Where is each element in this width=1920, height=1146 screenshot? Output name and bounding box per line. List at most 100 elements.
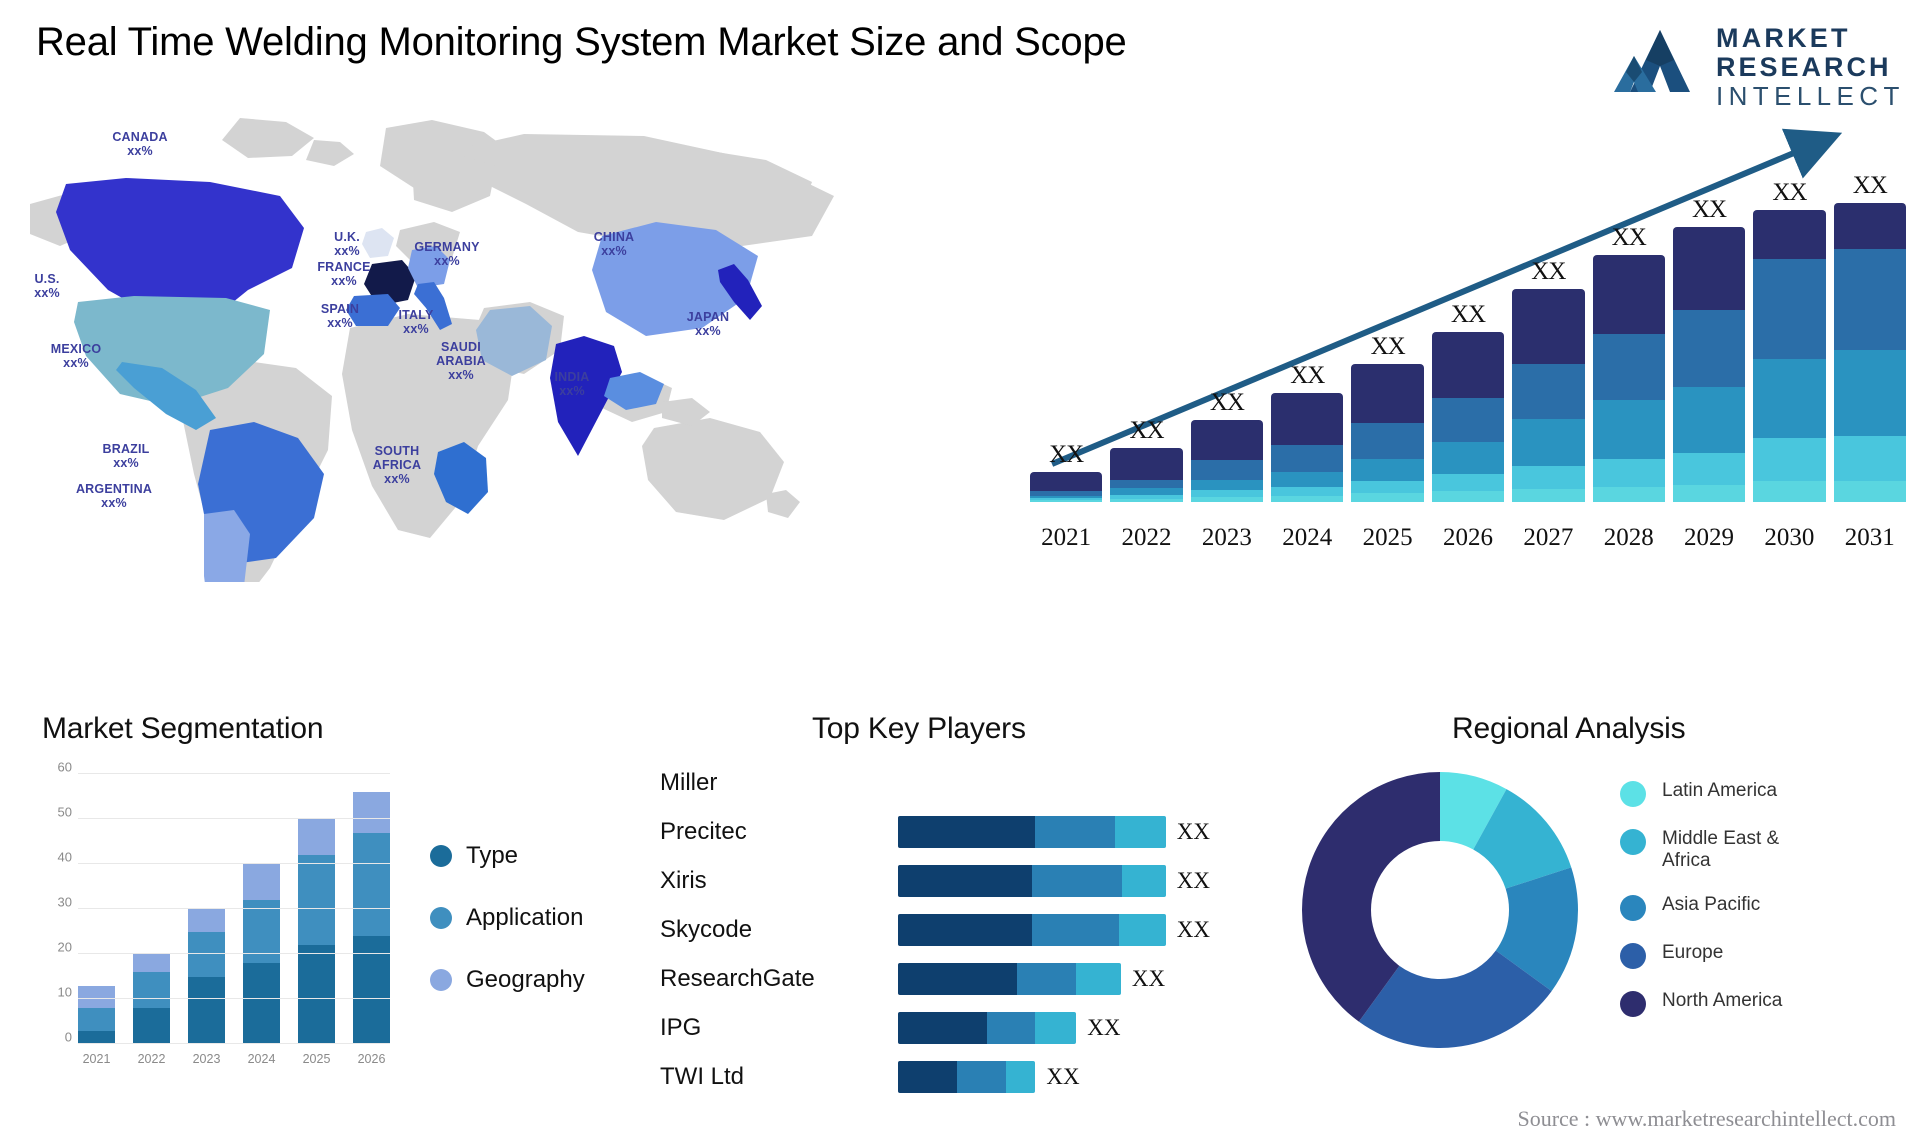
map-label-canada: CANADA xx% <box>112 130 167 158</box>
segmentation-gridline <box>78 1043 390 1044</box>
player-bar <box>898 1011 1077 1044</box>
segmentation-bar-segment <box>188 931 225 977</box>
player-bar <box>898 864 1166 897</box>
segmentation-legend: Type Application Geography <box>430 842 585 1028</box>
map-label-pct: xx% <box>559 384 585 398</box>
player-bar-row: XX <box>898 1003 1210 1052</box>
growth-bar-group: XX <box>1672 172 1746 502</box>
map-label-pct: xx% <box>327 316 353 330</box>
player-name: Xiris <box>660 867 707 894</box>
segmentation-gridline <box>78 818 390 819</box>
segmentation-bar-segment <box>243 864 280 900</box>
growth-bar <box>1190 420 1264 502</box>
growth-year-label: 2021 <box>1041 524 1092 551</box>
map-label-name: FRANCE <box>317 260 371 274</box>
player-name: Miller <box>660 769 718 796</box>
regional-legend-label: North America <box>1662 989 1783 1011</box>
growth-year-label: 2025 <box>1362 524 1413 551</box>
player-bar-segment <box>1031 864 1123 897</box>
regional-legend-item: Middle East & Africa <box>1620 828 1832 873</box>
source-text: Source : www.marketresearchintellect.com <box>1517 1106 1896 1131</box>
growth-bar <box>1351 363 1424 502</box>
market-growth-chart: XX XX XX XX XX XX XX XX XX XX XX 2021 2022 2023 2024 2… <box>1030 120 1906 560</box>
map-label-name: U.K. <box>334 230 360 244</box>
growth-bar-group: XX <box>1431 172 1505 502</box>
segmentation-bar-segment <box>298 945 335 1044</box>
map-label-brazil: BRAZIL xx% <box>102 442 149 470</box>
growth-year-label: 2024 <box>1282 524 1333 551</box>
growth-bar-value-label: XX <box>1450 300 1486 328</box>
regional-analysis-title: Regional Analysis <box>1452 712 1686 745</box>
segmentation-plot: 0 10 20 30 40 50 60 <box>58 760 390 1045</box>
player-bar-row: XX <box>898 954 1210 1003</box>
growth-bars: XX XX XX XX XX XX XX XX XX XX XX <box>1030 172 1906 502</box>
growth-bar-segment <box>1351 459 1424 481</box>
world-map-svg <box>30 118 834 582</box>
regional-legend-label: Asia Pacific <box>1662 893 1761 915</box>
regional-legend-label: Middle East & Africa <box>1662 828 1780 872</box>
player-bar-segment <box>898 962 1017 995</box>
segmentation-bar-segment <box>78 985 115 1008</box>
segmentation-x-labels: 2021 2022 2023 2024 2025 2026 <box>78 1052 390 1066</box>
player-bar-row: XX <box>898 905 1210 954</box>
map-label-u-k: U.K. xx% <box>334 230 360 258</box>
player-name: Skycode <box>660 916 753 943</box>
segmentation-legend-label: Application <box>466 904 584 931</box>
regional-legend-item: Asia Pacific <box>1620 894 1832 921</box>
growth-bar-segment <box>1672 387 1746 454</box>
segmentation-bar-segment <box>243 963 280 1044</box>
growth-bar-segment <box>1431 491 1505 502</box>
map-label-argentina: ARGENTINA xx% <box>76 482 152 510</box>
growth-bar <box>1030 472 1103 502</box>
growth-year-labels: 2021 2022 2023 2024 2025 2026 2027 2028 2029 2030… <box>1030 524 1906 552</box>
growth-bar-segment <box>1190 460 1264 480</box>
segmentation-bar-segment <box>298 819 335 855</box>
map-label-india: INDIA xx% <box>554 370 589 398</box>
growth-bar <box>1672 227 1746 502</box>
map-label-name: CHINA <box>593 230 635 244</box>
legend-dot-icon <box>1620 781 1646 807</box>
segmentation-legend-label: Geography <box>466 966 585 993</box>
growth-bar-segment <box>1512 289 1585 364</box>
segmentation-gridline <box>78 998 390 999</box>
segmentation-bar <box>243 864 280 1044</box>
segmentation-bar <box>188 909 225 1044</box>
map-label-france: FRANCE xx% <box>317 260 370 288</box>
segmentation-x-label: 2026 <box>357 1052 386 1066</box>
map-label-name: JAPAN <box>686 310 730 324</box>
player-bar-segment <box>1114 815 1166 848</box>
world-map: CANADA xx% U.S. xx% MEXICO xx% BRAZIL xx% ARGENT… <box>14 112 844 582</box>
growth-bar-segment <box>1672 310 1746 388</box>
growth-bar-value-label: XX <box>1290 362 1325 390</box>
player-name: TWI Ltd <box>660 1063 745 1090</box>
segmentation-gridline <box>78 773 390 774</box>
growth-bar <box>1753 210 1826 502</box>
segmentation-gridline <box>78 953 390 954</box>
growth-bar-segment <box>1110 498 1183 502</box>
growth-bar-segment <box>1753 359 1826 439</box>
segmentation-gridline <box>78 908 390 909</box>
growth-bar-segment <box>1512 363 1585 419</box>
growth-bar-segment <box>1271 495 1344 502</box>
growth-bar-value-label: XX <box>1852 172 1888 199</box>
player-bar-row: XX <box>898 1052 1210 1101</box>
growth-year-label: 2027 <box>1523 524 1574 551</box>
growth-bar <box>1110 447 1183 502</box>
segmentation-legend-item: Type <box>430 842 585 870</box>
segmentation-y-tick: 20 <box>57 939 72 955</box>
growth-year-label: 2022 <box>1121 524 1172 551</box>
segmentation-bar-segment <box>188 976 225 1044</box>
map-label-pct: xx% <box>695 324 721 338</box>
segmentation-y-tick: 50 <box>57 804 72 820</box>
growth-bar <box>1431 331 1505 502</box>
growth-bar-segment <box>1351 493 1424 502</box>
player-bar-segment <box>1005 1060 1036 1093</box>
map-label-pct: xx% <box>127 144 153 158</box>
growth-bar-group: XX <box>1592 172 1665 502</box>
player-bar-segment <box>957 1060 1006 1093</box>
growth-bar-segment <box>1672 453 1746 485</box>
growth-bar-segment <box>1190 420 1264 461</box>
growth-bar-segment <box>1431 331 1505 398</box>
growth-bar-segment <box>1512 465 1585 490</box>
growth-bar-value-label: XX <box>1370 332 1406 360</box>
